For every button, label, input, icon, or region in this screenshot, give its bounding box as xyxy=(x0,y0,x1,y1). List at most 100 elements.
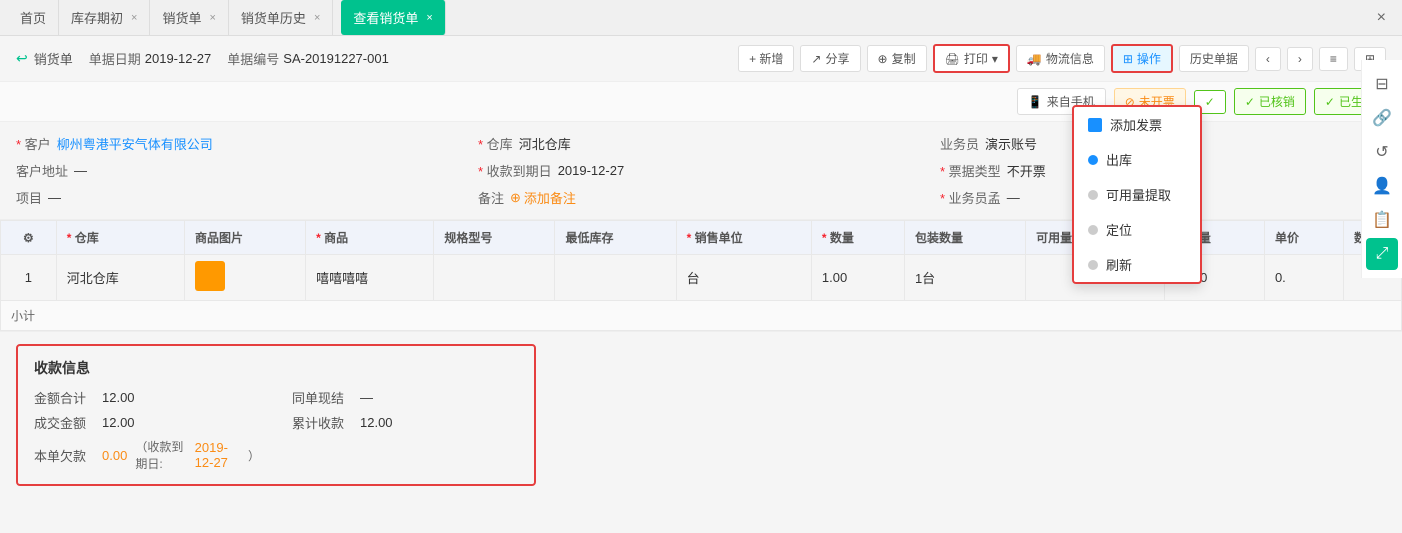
copy-label: 复制 xyxy=(892,50,916,67)
col-image: 商品图片 xyxy=(184,221,305,255)
new-button[interactable]: + 新增 xyxy=(738,45,794,72)
sidebar-doc-icon[interactable]: 📋 xyxy=(1366,204,1398,236)
operations-dropdown: 添加发票 出库 可用量提取 定位 刷新 xyxy=(1072,105,1202,284)
effective-icon: ✓ xyxy=(1325,95,1335,109)
customer-value[interactable]: 柳州粤港平安气体有限公司 xyxy=(57,134,213,153)
logistics-button[interactable]: 🚚 物流信息 xyxy=(1016,45,1105,72)
copy-icon: ⊕ xyxy=(878,52,888,66)
warehouse-value: 河北仓库 xyxy=(519,134,571,153)
sidebar-refresh-icon[interactable]: ↺ xyxy=(1366,136,1398,168)
tab-inventory-init[interactable]: 库存期初 × xyxy=(59,0,150,35)
tab-sales-history-close[interactable]: × xyxy=(314,12,320,24)
dropdown-refresh[interactable]: 刷新 xyxy=(1074,247,1200,282)
dropdown-locate[interactable]: 定位 xyxy=(1074,212,1200,247)
history-button[interactable]: 历史单据 xyxy=(1179,45,1249,72)
doc-header: ↩ 销货单 单据日期 2019-12-27 单据编号 SA-20191227-0… xyxy=(0,36,1402,82)
copy-button[interactable]: ⊕ 复制 xyxy=(867,45,927,72)
payment-section: 收款信息 金额合计 12.00 同单现结 — 成交金额 12.00 累计收款 1… xyxy=(16,344,536,486)
dropdown-quantity-fetch[interactable]: 可用量提取 xyxy=(1074,177,1200,212)
tab-view-sales[interactable]: 查看销货单 × xyxy=(341,0,445,35)
salesperson2-label: 业务员孟 xyxy=(940,188,1001,207)
sidebar-grid-icon[interactable]: ⊟ xyxy=(1366,68,1398,100)
out-warehouse-label: 出库 xyxy=(1106,150,1132,169)
print-label: 打印 xyxy=(964,50,988,67)
deal-amount-row: 成交金额 12.00 xyxy=(34,413,260,432)
total-value: 12.00 xyxy=(102,390,135,405)
project-label: 项目 xyxy=(16,188,42,207)
dropdown-add-invoice[interactable]: 添加发票 xyxy=(1074,107,1200,142)
window-close-button[interactable]: × xyxy=(1369,9,1394,27)
row-min-stock xyxy=(555,255,676,301)
doc-number-value: SA-20191227-001 xyxy=(283,51,389,66)
operations-button[interactable]: ⊞ 操作 xyxy=(1111,44,1173,73)
due-row: 本单欠款 0.00 （收款到期日: 2019-12-27 ） xyxy=(34,438,260,472)
tab-inventory-init-label: 库存期初 xyxy=(71,8,123,27)
doc-date-label: 单据日期 xyxy=(89,49,141,68)
right-sidebar: ⊟ 🔗 ↺ 👤 📋 ⤢ xyxy=(1361,60,1402,278)
row-no: 1 xyxy=(1,255,57,301)
quantity-fetch-icon xyxy=(1088,190,1098,200)
print-dropdown-icon: ▾ xyxy=(992,52,998,66)
row-pack-qty: 1台 xyxy=(904,255,1025,301)
tab-sales-order[interactable]: 销货单 × xyxy=(150,0,228,35)
col-settings[interactable]: ⚙ xyxy=(1,221,57,255)
customer-row: 客户 柳州粤港平安气体有限公司 xyxy=(16,134,462,153)
product-image xyxy=(195,261,225,291)
add-invoice-icon xyxy=(1088,118,1102,132)
address-row: 客户地址 — xyxy=(16,161,462,180)
payment-title: 收款信息 xyxy=(34,358,518,378)
warehouse-row: 仓库 河北仓库 xyxy=(478,134,924,153)
payment-date-value: 2019-12-27 xyxy=(558,163,625,178)
confirm-icon: ✓ xyxy=(1205,95,1215,109)
doc-number-item: 单据编号 SA-20191227-001 xyxy=(227,49,389,68)
deal-amount-value: 12.00 xyxy=(102,415,135,430)
refresh-icon xyxy=(1088,260,1098,270)
cumulative-value: 12.00 xyxy=(360,415,393,430)
deal-amount-label: 成交金额 xyxy=(34,413,94,432)
sold-out-label: 已核销 xyxy=(1259,93,1295,110)
due-date: 2019-12-27 xyxy=(195,440,240,470)
sold-out-status: ✓ 已核销 xyxy=(1234,88,1306,115)
mobile-icon: 📱 xyxy=(1028,95,1043,109)
row-image xyxy=(184,255,305,301)
nav-prev-button[interactable]: ‹ xyxy=(1255,47,1281,71)
out-warehouse-icon xyxy=(1088,155,1098,165)
tab-sales-order-close[interactable]: × xyxy=(209,12,215,24)
cumulative-label: 累计收款 xyxy=(292,413,352,432)
row-qty: 1.00 xyxy=(811,255,904,301)
same-bill-row: 同单现结 — xyxy=(292,388,518,407)
nav-next-button[interactable]: › xyxy=(1287,47,1313,71)
sidebar-link-icon[interactable]: 🔗 xyxy=(1366,102,1398,134)
due-hint: （收款到期日: xyxy=(135,438,186,472)
print-button[interactable]: 🖨 打印 ▾ xyxy=(933,44,1010,73)
sidebar-expand-icon[interactable]: ⤢ xyxy=(1366,238,1398,270)
tab-home[interactable]: 首页 xyxy=(8,0,59,35)
salesperson-value: 演示账号 xyxy=(985,134,1037,153)
tab-sales-order-label: 销货单 xyxy=(162,8,201,27)
share-button[interactable]: ↗ 分享 xyxy=(800,45,860,72)
remarks-label: 备注 xyxy=(478,188,504,207)
row-price: 0. xyxy=(1264,255,1343,301)
doc-number-label: 单据编号 xyxy=(227,49,279,68)
due-label: 本单欠款 xyxy=(34,446,94,465)
sidebar-user-icon[interactable]: 👤 xyxy=(1366,170,1398,202)
tab-view-sales-close[interactable]: × xyxy=(426,12,432,24)
cumulative-row: 累计收款 12.00 xyxy=(292,413,518,432)
view-list-button[interactable]: ≡ xyxy=(1319,47,1348,71)
tab-inventory-init-close[interactable]: × xyxy=(131,12,137,24)
col-price: 单价 xyxy=(1264,221,1343,255)
project-row: 项目 — xyxy=(16,188,462,207)
tab-bar: 首页 库存期初 × 销货单 × 销货单历史 × 查看销货单 × × xyxy=(0,0,1402,36)
same-bill-label: 同单现结 xyxy=(292,388,352,407)
project-value: — xyxy=(48,190,61,205)
subtotal-row: 小计 xyxy=(1,301,1402,331)
add-remarks-button[interactable]: ⊕ 添加备注 xyxy=(510,188,576,207)
row-product-name: 嘻嘻嘻嘻 xyxy=(306,255,434,301)
row-unit: 台 xyxy=(676,255,811,301)
same-bill-value: — xyxy=(360,390,373,405)
tab-sales-history[interactable]: 销货单历史 × xyxy=(229,0,333,35)
dropdown-out-warehouse[interactable]: 出库 xyxy=(1074,142,1200,177)
col-product: * 商品 xyxy=(306,221,434,255)
ticket-type-label: 票据类型 xyxy=(940,161,1001,180)
salesperson-label: 业务员 xyxy=(940,134,979,153)
